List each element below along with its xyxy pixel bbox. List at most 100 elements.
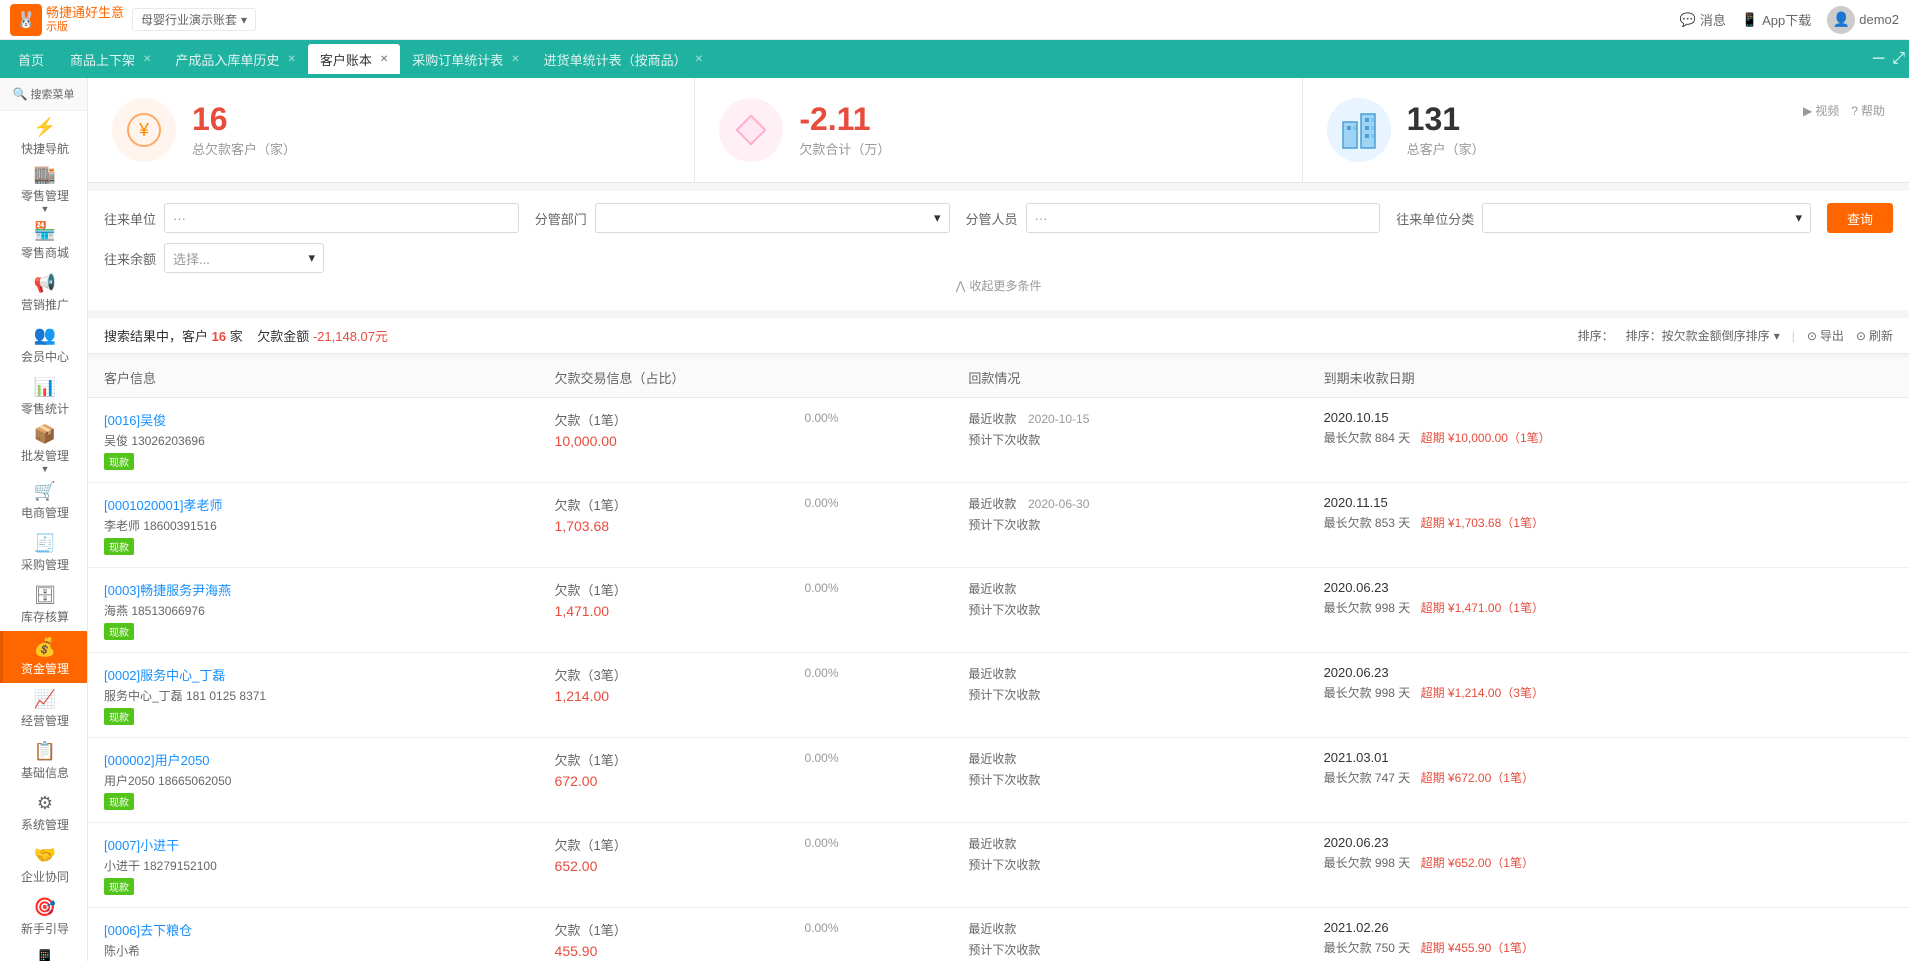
overdue-link[interactable]: 超期 ¥1,471.00（1笔） [1421, 601, 1544, 615]
debt-amount[interactable]: 10,000.00 [555, 433, 765, 449]
customer-tag: 现款 [104, 793, 134, 810]
filter-row-2: 往来余额 选择... ▾ [104, 243, 1893, 273]
member-icon: 👥 [34, 325, 56, 346]
stock-icon: 🗄 [34, 585, 57, 606]
filter-dept: 分管部门 ▾ [535, 203, 950, 233]
dept-select[interactable]: ▾ [595, 203, 950, 233]
close-icon[interactable]: ✕ [695, 54, 703, 65]
balance-select[interactable]: 选择... ▾ [164, 243, 324, 273]
sidebar-item-member[interactable]: 👥 会员中心 [0, 319, 87, 371]
close-icon[interactable]: ✕ [511, 54, 519, 65]
last-payment-label: 最近收款 [968, 752, 1016, 766]
tab-purchase-order[interactable]: 采购订单统计表 ✕ [400, 44, 531, 74]
tab-home[interactable]: 首页 [4, 44, 58, 74]
sidebar-item-system[interactable]: ⚙ 系统管理 [0, 787, 87, 839]
customer-cell: [0006]去下粮仓 陈小希 现款 [88, 908, 539, 961]
collapse-button[interactable]: ⋀ 收起更多条件 [104, 273, 1893, 298]
sidebar-item-ecommerce[interactable]: 🛒 电商管理 [0, 475, 87, 527]
sidebar-item-marketing[interactable]: 📢 营销推广 [0, 267, 87, 319]
sidebar-item-app-center[interactable]: 📱 应用中心 [0, 943, 87, 961]
sidebar-item-retail-mall[interactable]: 🏪 零售商城 [0, 215, 87, 267]
debt-amount[interactable]: 1,471.00 [555, 603, 765, 619]
sidebar-item-batch-mgmt[interactable]: 📦 批发管理 ▼ [0, 423, 87, 475]
tab-maximize-icon[interactable]: ⤢ [1892, 50, 1905, 68]
customer-name-link[interactable]: [0003]畅捷服务尹海燕 [104, 580, 523, 599]
tab-product-history[interactable]: 产成品入库单历史 ✕ [163, 44, 307, 74]
app-download-btn[interactable]: 📱 App下载 [1742, 10, 1811, 29]
sidebar-item-finance[interactable]: 💰 资金管理 [0, 631, 87, 683]
stat-label-total: 总客户（家） [1407, 139, 1485, 158]
close-icon[interactable]: ✕ [380, 54, 388, 65]
person-input[interactable]: ··· [1026, 203, 1381, 233]
sidebar-item-purchase[interactable]: 🧾 采购管理 [0, 527, 87, 579]
customer-tag: 现款 [104, 623, 134, 640]
due-cell: 2020.10.15 最长欠款 884 天 超期 ¥10,000.00（1笔） [1308, 398, 1909, 483]
user-menu[interactable]: 👤 demo2 [1827, 6, 1899, 34]
marketing-icon: 📢 [34, 273, 56, 294]
stat-help-area: ▶ 视频 ? 帮助 [1803, 98, 1885, 119]
overdue-link[interactable]: 超期 ¥652.00（1笔） [1421, 856, 1534, 870]
overdue-link[interactable]: 超期 ¥455.90（1笔） [1421, 941, 1534, 955]
col-header-customer: 客户信息 [88, 358, 539, 398]
query-button[interactable]: 查询 [1827, 203, 1893, 233]
customer-name-link[interactable]: [0007]小进干 [104, 835, 523, 854]
customer-contact: 服务中心_丁磊 181 0125 8371 [104, 687, 523, 704]
overdue-link[interactable]: 超期 ¥10,000.00（1笔） [1421, 431, 1551, 445]
debt-amount[interactable]: 1,703.68 [555, 518, 765, 534]
sidebar-search[interactable]: 🔍 搜索菜单 [0, 78, 87, 111]
overdue-link[interactable]: 超期 ¥1,214.00（3笔） [1421, 686, 1544, 700]
industry-select[interactable]: 母婴行业演示账套 ▾ [132, 8, 256, 31]
due-cell: 2021.02.26 最长欠款 750 天 超期 ¥455.90（1笔） [1308, 908, 1909, 961]
retail-stat-icon: 📊 [34, 377, 56, 398]
sidebar-item-basic-info[interactable]: 📋 基础信息 [0, 735, 87, 787]
logo-area: 🐰 畅捷通好生意 示版 [10, 4, 124, 36]
tab-customer-account[interactable]: 客户账本 ✕ [308, 44, 400, 74]
video-help-btn[interactable]: ▶ 视频 [1803, 102, 1839, 119]
tab-product-offline[interactable]: 商品上下架 ✕ [58, 44, 163, 74]
sidebar-item-retail-stat[interactable]: 📊 零售统计 [0, 371, 87, 423]
sidebar-item-new-guide[interactable]: 🎯 新手引导 [0, 891, 87, 943]
tab-purchase-stat[interactable]: 进货单统计表（按商品） ✕ [532, 44, 715, 74]
overdue-link[interactable]: 超期 ¥672.00（1笔） [1421, 771, 1534, 785]
last-payment-label: 最近收款 [968, 412, 1016, 426]
sidebar-item-quick-nav[interactable]: ⚡ 快捷导航 [0, 111, 87, 163]
payment-cell: 最近收款 预计下次收款 [952, 653, 1307, 738]
data-table: 客户信息 欠款交易信息（占比） 回款情况 到期未收款日期 [0016]吴俊 吴俊… [88, 358, 1909, 961]
chevron-down-icon: ▾ [934, 210, 941, 226]
customer-contact: 小进干 18279152100 [104, 857, 523, 874]
close-icon[interactable]: ✕ [287, 54, 295, 65]
debt-percent-cell: 0.00% [781, 398, 953, 483]
customer-tag: 现款 [104, 878, 134, 895]
incoming-unit-input[interactable]: ··· [164, 203, 519, 233]
payment-cell: 最近收款 预计下次收款 [952, 738, 1307, 823]
debt-amount[interactable]: 455.90 [555, 943, 765, 959]
close-icon[interactable]: ✕ [143, 54, 151, 65]
sidebar: 🔍 搜索菜单 ⚡ 快捷导航 🏬 零售管理 ▼ 🏪 零售商城 📢 营销推广 � [0, 78, 88, 961]
sidebar-item-enterprise-coop[interactable]: 🤝 企业协同 [0, 839, 87, 891]
overdue-link[interactable]: 超期 ¥1,703.68（1笔） [1421, 516, 1544, 530]
unit-category-select[interactable]: ▾ [1482, 203, 1811, 233]
debt-percent: 0.00% [805, 921, 839, 935]
sidebar-item-operation[interactable]: 📈 经营管理 [0, 683, 87, 735]
payment-cell: 最近收款 预计下次收款 [952, 908, 1307, 961]
debt-cell: 欠款（1笔） 455.90 [539, 908, 781, 961]
refresh-button[interactable]: ⊙ 刷新 [1856, 327, 1893, 344]
sort-select[interactable]: 排序：按欠款金额倒序排序 ▾ [1626, 327, 1780, 344]
help-btn[interactable]: ? 帮助 [1851, 102, 1885, 119]
tab-minimize-icon[interactable]: ─ [1873, 50, 1884, 68]
sidebar-item-retail-mgmt[interactable]: 🏬 零售管理 ▼ [0, 163, 87, 215]
debt-amount[interactable]: 652.00 [555, 858, 765, 874]
customer-name-link[interactable]: [0002]服务中心_丁磊 [104, 665, 523, 684]
customer-name-link[interactable]: [0016]吴俊 [104, 410, 523, 429]
sidebar-item-stock[interactable]: 🗄 库存核算 [0, 579, 87, 631]
customer-name-link[interactable]: [0001020001]孝老师 [104, 495, 523, 514]
customer-name-link[interactable]: [000002]用户2050 [104, 750, 523, 769]
stat-card-overdue-amount: -2.11 欠款合计（万） [695, 78, 1302, 182]
customer-name-link[interactable]: [0006]去下粮仓 [104, 920, 523, 939]
debt-amount[interactable]: 672.00 [555, 773, 765, 789]
debt-amount[interactable]: 1,214.00 [555, 688, 765, 704]
svg-text:¥: ¥ [138, 120, 150, 140]
message-btn[interactable]: 💬 消息 [1680, 10, 1726, 29]
stat-value-overdue: 16 [192, 103, 296, 135]
export-button[interactable]: ⊙ 导出 [1807, 327, 1844, 344]
